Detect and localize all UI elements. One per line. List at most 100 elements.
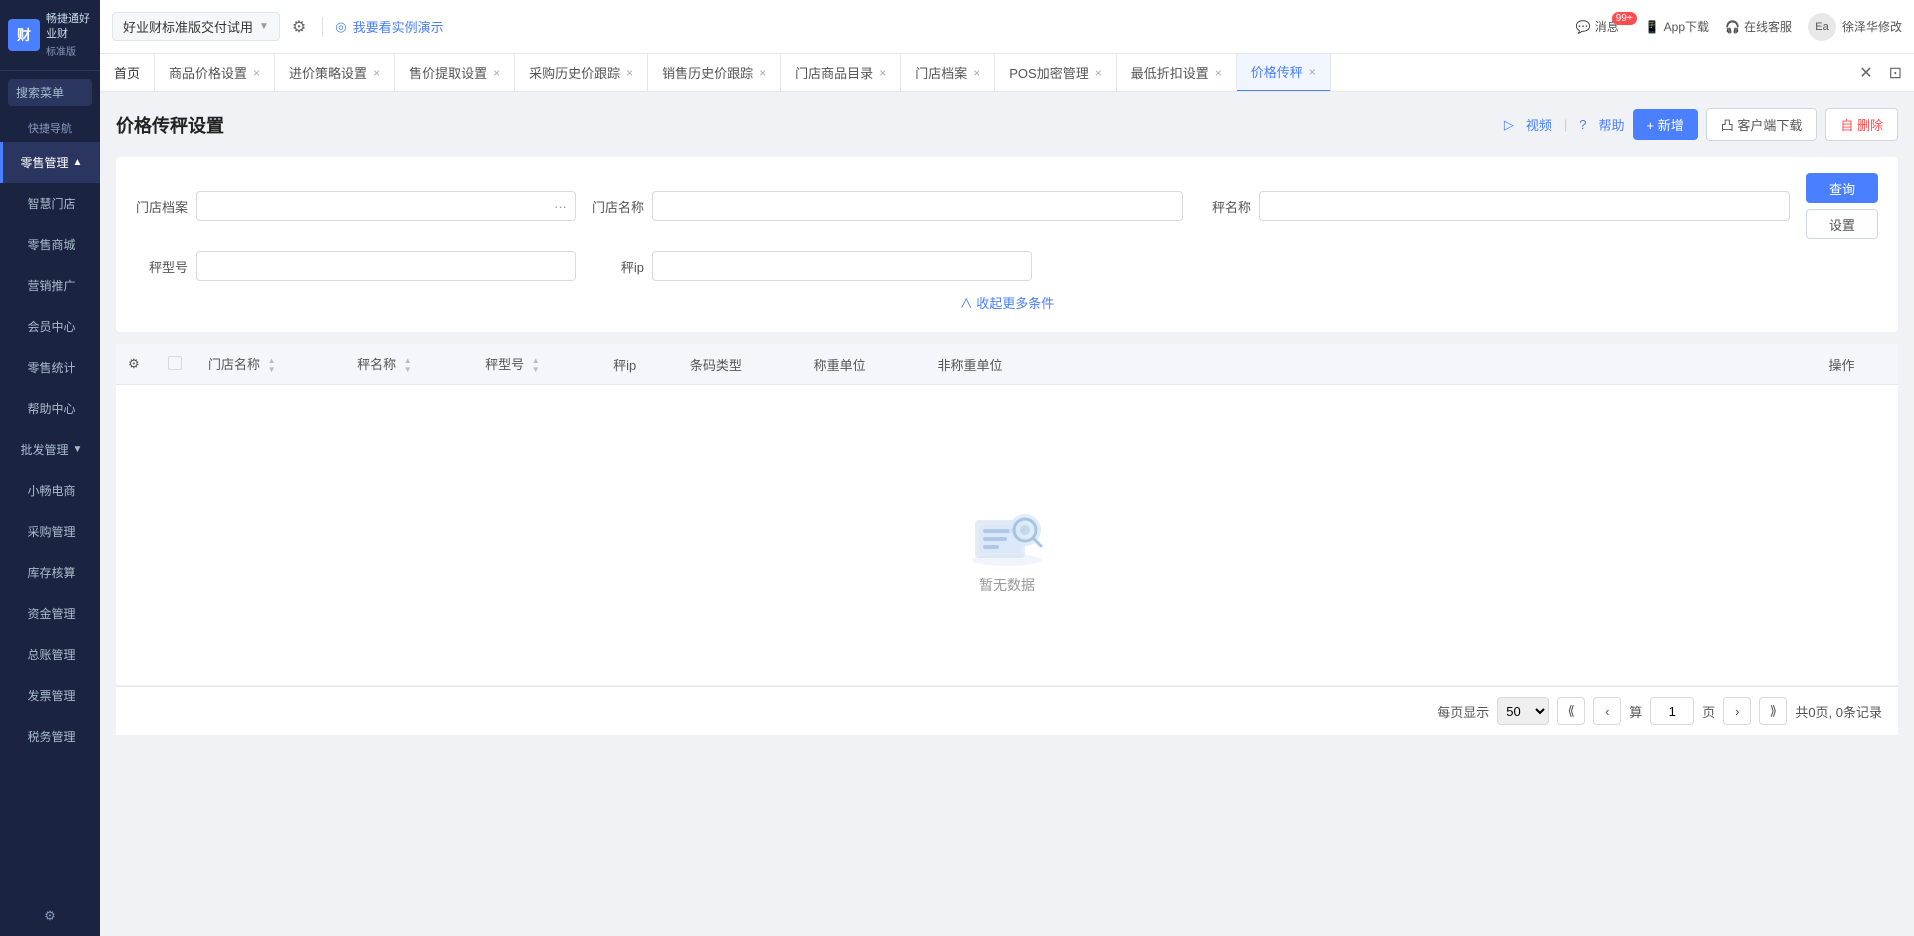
empty-illustration xyxy=(957,475,1057,575)
tab-sale-history-close[interactable]: × xyxy=(759,66,766,80)
sort-arrows-store[interactable]: ▲▼ xyxy=(268,357,276,374)
settings-query-button[interactable]: 设置 xyxy=(1806,209,1878,239)
sidebar-item-ecommerce[interactable]: 零售商城 xyxy=(0,224,100,265)
add-button[interactable]: + 新增 xyxy=(1633,109,1698,140)
select-all-checkbox[interactable] xyxy=(168,356,182,370)
tab-price-settings[interactable]: 商品价格设置 × xyxy=(155,54,275,92)
tab-sale-price[interactable]: 售价提取设置 × xyxy=(395,54,515,92)
store-file-trigger[interactable]: ··· xyxy=(196,191,576,221)
query-button[interactable]: 查询 xyxy=(1806,173,1878,203)
tab-min-discount-close[interactable]: × xyxy=(1215,66,1222,80)
sidebar-item-wholesale-label: 批发管理 xyxy=(21,441,69,458)
collapse-button[interactable]: ∧ 收起更多条件 xyxy=(952,289,1063,316)
sidebar-item-finance[interactable]: 资金管理 xyxy=(0,593,100,634)
maximize-tab-button[interactable]: ⊡ xyxy=(1885,61,1906,85)
avatar-initials: Ea xyxy=(1815,21,1828,33)
tab-price-scale-label: 价格传秤 xyxy=(1251,62,1303,81)
sidebar-item-retail[interactable]: 零售管理 ▲ xyxy=(0,142,100,183)
tab-store-file[interactable]: 门店档案 × xyxy=(901,54,995,92)
online-service-button[interactable]: 🎧 在线客服 xyxy=(1725,18,1792,35)
store-name-input[interactable] xyxy=(652,191,1183,221)
app-download-button[interactable]: 📱 App下载 xyxy=(1645,18,1709,35)
first-page-button[interactable]: ⟪ xyxy=(1557,697,1585,725)
sidebar-item-stats[interactable]: 零售统计 xyxy=(0,347,100,388)
store-name-label: 门店名称 xyxy=(592,197,644,216)
tab-purchase-history-close[interactable]: × xyxy=(626,66,633,80)
th-scale-name-label: 秤名称 xyxy=(357,357,396,372)
sidebar-item-ledger[interactable]: 总账管理 xyxy=(0,634,100,675)
th-settings[interactable]: ⚙ xyxy=(116,344,156,385)
page-prefix-label: 算 xyxy=(1629,702,1642,721)
action-buttons: 查询 设置 xyxy=(1806,173,1878,239)
collapse-row: ∧ 收起更多条件 xyxy=(136,281,1878,316)
th-checkbox[interactable] xyxy=(156,344,196,385)
sidebar-item-tax[interactable]: 税务管理 xyxy=(0,716,100,757)
sidebar-item-xiaowei[interactable]: 小畅电商 xyxy=(0,470,100,511)
tab-store-catalog-close[interactable]: × xyxy=(879,66,886,80)
video-help-label[interactable]: 视频 xyxy=(1526,115,1552,134)
empty-cell: 暂无数据 xyxy=(116,385,1898,686)
th-non-weight-unit-label: 非称重单位 xyxy=(937,358,1002,373)
tab-min-discount[interactable]: 最低折扣设置 × xyxy=(1117,54,1237,92)
scale-name-input[interactable] xyxy=(1259,191,1790,221)
sidebar-item-xiaowei-label: 小畅电商 xyxy=(27,484,75,498)
sidebar-item-inventory-label: 库存核算 xyxy=(27,566,75,580)
tab-price-scale-close[interactable]: × xyxy=(1309,65,1316,79)
scale-ip-input[interactable] xyxy=(652,251,1032,281)
page-number-input[interactable] xyxy=(1650,697,1694,725)
last-page-button[interactable]: ⟫ xyxy=(1759,697,1787,725)
version-selector[interactable]: 好业财标准版交付试用 ▼ xyxy=(112,12,280,41)
help-label[interactable]: 帮助 xyxy=(1599,115,1625,134)
messages-button[interactable]: 💬 消息 99+ xyxy=(1576,18,1629,35)
sidebar-item-invoice[interactable]: 发票管理 xyxy=(0,675,100,716)
sort-arrows-scale-name[interactable]: ▲▼ xyxy=(404,357,412,374)
scale-model-label: 秤型号 xyxy=(136,257,188,276)
demo-icon: ◎ xyxy=(335,19,346,35)
search-menu-button[interactable]: 搜索菜单 xyxy=(8,79,92,106)
demo-button[interactable]: ◎ 我要看实例演示 xyxy=(335,17,443,36)
close-tab-button[interactable]: ✕ xyxy=(1855,61,1876,85)
help-icon: ? xyxy=(1579,117,1586,132)
tab-purchase-strategy[interactable]: 进价策略设置 × xyxy=(275,54,395,92)
tab-pos-close[interactable]: × xyxy=(1095,66,1102,80)
sort-arrows-scale-model[interactable]: ▲▼ xyxy=(532,357,540,374)
sidebar-item-help[interactable]: 帮助中心 xyxy=(0,388,100,429)
user-menu-button[interactable]: Ea 徐泽华修改 xyxy=(1808,13,1902,41)
tab-sale-price-close[interactable]: × xyxy=(493,66,500,80)
tab-store-file-label: 门店档案 xyxy=(915,63,967,82)
main-area: 好业财标准版交付试用 ▼ ⚙ ◎ 我要看实例演示 💬 消息 99+ 📱 App下… xyxy=(100,0,1914,936)
tab-price-scale[interactable]: 价格传秤 × xyxy=(1237,54,1331,92)
tab-pos[interactable]: POS加密管理 × xyxy=(995,54,1116,92)
app-name: 畅捷通好业财 xyxy=(46,12,92,43)
tab-home[interactable]: 首页 xyxy=(100,54,155,92)
sidebar-item-member[interactable]: 会员中心 xyxy=(0,306,100,347)
per-page-select[interactable]: 50 10 20 100 xyxy=(1497,697,1549,725)
next-page-button[interactable]: › xyxy=(1723,697,1751,725)
sidebar-item-purchase[interactable]: 采购管理 xyxy=(0,511,100,552)
chevron-down-icon-wholesale: ▼ xyxy=(73,444,83,455)
sidebar-item-retail-label: 零售管理 xyxy=(21,154,69,171)
prev-page-button[interactable]: ‹ xyxy=(1593,697,1621,725)
tab-purchase-history[interactable]: 采购历史价跟踪 × xyxy=(515,54,648,92)
topbar-gear-button[interactable]: ⚙ xyxy=(288,13,310,41)
empty-text: 暂无数据 xyxy=(979,575,1035,595)
th-actions-label: 操作 xyxy=(1828,358,1854,373)
topbar-right: 💬 消息 99+ 📱 App下载 🎧 在线客服 Ea 徐泽华修改 xyxy=(1576,13,1902,41)
sidebar-item-marketing[interactable]: 营销推广 xyxy=(0,265,100,306)
download-client-button[interactable]: 凸 客户端下载 xyxy=(1706,108,1818,141)
sidebar-item-tax-label: 税务管理 xyxy=(27,730,75,744)
tab-store-file-close[interactable]: × xyxy=(973,66,980,80)
sidebar-item-wholesale[interactable]: 批发管理 ▼ xyxy=(0,429,100,470)
delete-button[interactable]: 自 删除 xyxy=(1825,108,1898,141)
sidebar-item-inventory[interactable]: 库存核算 xyxy=(0,552,100,593)
tab-store-catalog[interactable]: 门店商品目录 × xyxy=(781,54,901,92)
tab-purchase-strategy-close[interactable]: × xyxy=(373,66,380,80)
quick-nav-label[interactable]: 快捷导航 xyxy=(0,114,100,142)
table-footer: 每页显示 50 10 20 100 ⟪ ‹ 算 页 › ⟫ 共0页, 0条记录 xyxy=(116,686,1898,735)
sidebar-settings-button[interactable]: ⚙ xyxy=(0,896,100,936)
tab-price-settings-close[interactable]: × xyxy=(253,66,260,80)
sidebar-item-smart-store[interactable]: 智慧门店 xyxy=(0,183,100,224)
tab-min-discount-label: 最低折扣设置 xyxy=(1131,63,1209,82)
tab-sale-history[interactable]: 销售历史价跟踪 × xyxy=(648,54,781,92)
scale-model-input[interactable] xyxy=(196,251,576,281)
